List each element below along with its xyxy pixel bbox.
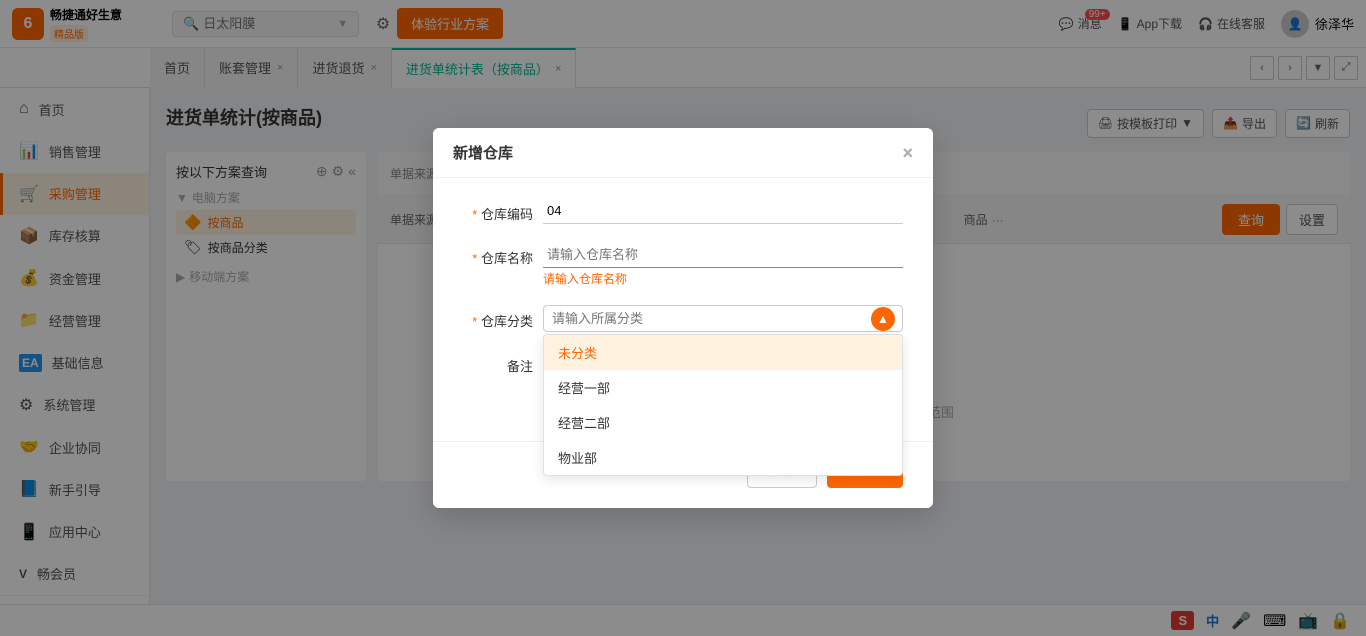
category-arrow-btn[interactable]: ▲ xyxy=(871,307,895,331)
category-input[interactable] xyxy=(543,305,903,332)
dropdown-item-dept2[interactable]: 经营二部 xyxy=(544,405,902,440)
code-label: * 仓库编码 xyxy=(463,198,543,223)
dropdown-item-property[interactable]: 物业部 xyxy=(544,440,902,475)
name-input[interactable] xyxy=(543,242,903,268)
name-input-wrap: 请输入仓库名称 xyxy=(543,242,903,287)
modal-add-warehouse: 新增仓库 × * 仓库编码 * 仓库名称 xyxy=(433,128,933,508)
name-error-msg: 请输入仓库名称 xyxy=(543,270,903,287)
dropdown-item-dept1[interactable]: 经营一部 xyxy=(544,370,902,405)
category-label: * 仓库分类 xyxy=(463,305,543,330)
category-input-wrap: ▲ 未分类 经营一部 经营二部 物业部 xyxy=(543,305,903,332)
form-row-code: * 仓库编码 xyxy=(463,198,903,224)
modal-close-button[interactable]: × xyxy=(902,144,913,162)
modal-body: * 仓库编码 * 仓库名称 请输入仓库名称 xyxy=(433,178,933,431)
form-row-name: * 仓库名称 请输入仓库名称 xyxy=(463,242,903,287)
modal-overlay[interactable]: 新增仓库 × * 仓库编码 * 仓库名称 xyxy=(0,0,1366,636)
category-dropdown: 未分类 经营一部 经营二部 物业部 xyxy=(543,334,903,476)
note-label: 备注 xyxy=(463,350,543,375)
form-row-category: * 仓库分类 ▲ 未分类 经营一部 经营二部 物业部 xyxy=(463,305,903,332)
code-input-wrap xyxy=(543,198,903,224)
name-label: * 仓库名称 xyxy=(463,242,543,267)
modal-header: 新增仓库 × xyxy=(433,128,933,178)
dropdown-item-uncategorized[interactable]: 未分类 xyxy=(544,335,902,370)
code-input[interactable] xyxy=(543,198,903,224)
modal-title: 新增仓库 xyxy=(453,142,513,163)
